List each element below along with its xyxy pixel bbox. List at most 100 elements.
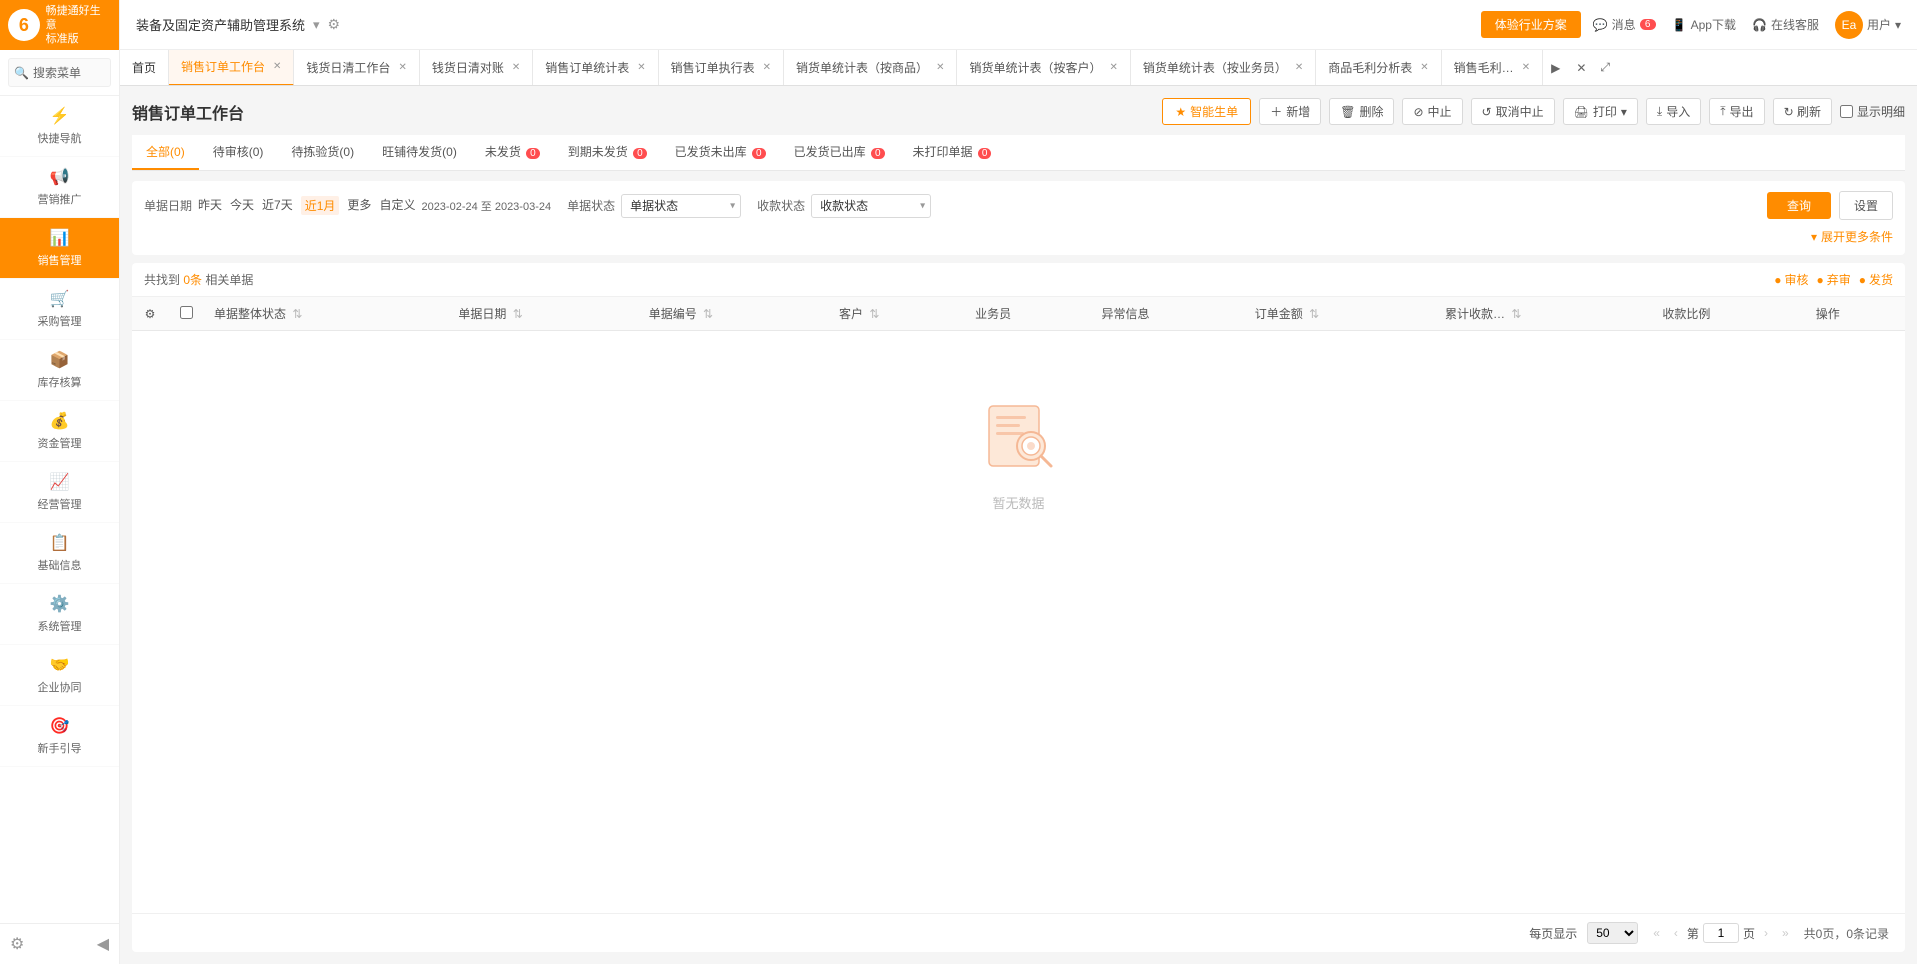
topbar-settings-icon[interactable]: ⚙ bbox=[328, 16, 341, 33]
next-page-button[interactable]: › bbox=[1759, 924, 1773, 942]
prev-page-button[interactable]: ‹ bbox=[1669, 924, 1683, 942]
subtab-undelivered[interactable]: 未发货 0 bbox=[471, 135, 554, 170]
tab-close-icon[interactable]: ✕ bbox=[1295, 62, 1303, 73]
industry-solution-button[interactable]: 体验行业方案 bbox=[1481, 11, 1581, 38]
tab-close-icon[interactable]: ✕ bbox=[1522, 62, 1530, 73]
sidebar-item-operations[interactable]: 📈 经营管理 bbox=[0, 462, 119, 523]
mobile-icon: 📱 bbox=[1672, 18, 1687, 32]
subtab-pending-audit[interactable]: 待审核(0) bbox=[199, 135, 278, 170]
subtab-all[interactable]: 全部(0) bbox=[132, 135, 199, 170]
date-1month[interactable]: 近1月 bbox=[301, 196, 340, 215]
tab-reconciliation[interactable]: 钱货日清对账 ✕ bbox=[420, 50, 533, 86]
sidebar-item-purchase[interactable]: 🛒 采购管理 bbox=[0, 279, 119, 340]
tab-close-icon[interactable]: ✕ bbox=[398, 62, 406, 73]
sidebar-item-basic-info[interactable]: 📋 基础信息 bbox=[0, 523, 119, 584]
settings-gear-button[interactable]: ⚙ bbox=[10, 934, 24, 954]
sort-icon[interactable]: ⇅ bbox=[869, 307, 879, 321]
print-button[interactable]: 🖨 打印 ▾ bbox=[1563, 98, 1638, 125]
subtab-overdue-undelivered[interactable]: 到期未发货 0 bbox=[554, 135, 661, 170]
status-select[interactable]: 单据状态 bbox=[621, 194, 741, 218]
expand-more-filters[interactable]: ▾ 展开更多条件 bbox=[1811, 228, 1893, 245]
sort-icon[interactable]: ⇅ bbox=[513, 307, 523, 321]
subtab-pending-inspect[interactable]: 待拣验货(0) bbox=[277, 135, 368, 170]
tab-sales-by-product[interactable]: 销货单统计表（按商品） ✕ bbox=[784, 50, 957, 86]
collection-select[interactable]: 收款状态 bbox=[811, 194, 931, 218]
sidebar-item-quick-nav[interactable]: ⚡ 快捷导航 bbox=[0, 96, 119, 157]
app-download-button[interactable]: 📱 App下载 bbox=[1672, 16, 1736, 33]
tab-home[interactable]: 首页 bbox=[120, 50, 169, 86]
tab-sales-order-workbench[interactable]: 销售订单工作台 ✕ bbox=[169, 50, 294, 86]
setting-button[interactable]: 设置 bbox=[1839, 191, 1893, 220]
tab-gross-margin[interactable]: 商品毛利分析表 ✕ bbox=[1316, 50, 1441, 86]
tab-daily-cash[interactable]: 钱货日清工作台 ✕ bbox=[294, 50, 419, 86]
sidebar-item-sales[interactable]: 📊 销售管理 bbox=[0, 218, 119, 279]
user-menu-button[interactable]: Ea 用户 ▾ bbox=[1835, 11, 1901, 39]
tab-close-icon[interactable]: ✕ bbox=[763, 62, 771, 73]
smart-generate-button[interactable]: ★ 智能生单 bbox=[1162, 98, 1251, 125]
audit-icon: ● bbox=[1774, 273, 1781, 287]
tab-sales-by-staff[interactable]: 销货单统计表（按业务员） ✕ bbox=[1131, 50, 1316, 86]
last-page-button[interactable]: » bbox=[1777, 924, 1794, 942]
subtab-wangpu-pending[interactable]: 旺铺待发货(0) bbox=[368, 135, 471, 170]
tab-sales-exec[interactable]: 销售订单执行表 ✕ bbox=[659, 50, 784, 86]
sort-icon[interactable]: ⇅ bbox=[292, 307, 302, 321]
page-size-select[interactable]: 50 100 200 bbox=[1587, 922, 1638, 944]
settings-column-icon[interactable]: ⚙ bbox=[145, 307, 156, 321]
tab-sales-stats[interactable]: 销售订单统计表 ✕ bbox=[533, 50, 658, 86]
sidebar-item-guide[interactable]: 🎯 新手引导 bbox=[0, 706, 119, 767]
sidebar-bottom: ⚙ ◀ bbox=[0, 923, 119, 964]
tab-close-icon[interactable]: ✕ bbox=[637, 62, 645, 73]
add-button[interactable]: ＋ 新增 bbox=[1259, 98, 1321, 125]
collection-select-wrapper: 收款状态 bbox=[811, 194, 931, 218]
refresh-button[interactable]: ↻ 刷新 bbox=[1773, 98, 1832, 125]
record-count: 0条 bbox=[183, 273, 202, 287]
query-button[interactable]: 查询 bbox=[1767, 192, 1831, 219]
date-7days[interactable]: 近7天 bbox=[262, 196, 293, 215]
subtab-delivered-not-out[interactable]: 已发货未出库 0 bbox=[661, 135, 780, 170]
page-number-input[interactable] bbox=[1703, 923, 1739, 943]
date-more[interactable]: 更多 bbox=[347, 196, 371, 215]
deliver-action-button[interactable]: ● 发货 bbox=[1859, 271, 1893, 288]
sidebar-item-enterprise[interactable]: 🤝 企业协同 bbox=[0, 645, 119, 706]
tab-sales-margin[interactable]: 销售毛利… ✕ bbox=[1442, 50, 1543, 86]
select-all-checkbox[interactable] bbox=[180, 306, 193, 319]
tab-close-icon[interactable]: ✕ bbox=[1420, 62, 1428, 73]
sort-icon[interactable]: ⇅ bbox=[1309, 307, 1319, 321]
sidebar-item-inventory[interactable]: 📦 库存核算 bbox=[0, 340, 119, 401]
tab-more-button[interactable]: ▶ bbox=[1543, 61, 1568, 75]
online-service-button[interactable]: 🎧 在线客服 bbox=[1752, 16, 1819, 33]
tab-expand-button[interactable]: ⤢ bbox=[1594, 60, 1616, 75]
collapse-button[interactable]: ◀ bbox=[97, 934, 109, 954]
topbar-dropdown-icon[interactable]: ▾ bbox=[313, 17, 320, 33]
date-custom[interactable]: 自定义 bbox=[379, 196, 415, 215]
expand-icon: ▾ bbox=[1811, 230, 1817, 244]
import-button[interactable]: ⤓ 导入 bbox=[1646, 98, 1701, 125]
sort-icon[interactable]: ⇅ bbox=[1511, 307, 1521, 321]
tab-close-icon[interactable]: ✕ bbox=[936, 62, 944, 73]
message-button[interactable]: 💬 消息 6 bbox=[1593, 16, 1656, 33]
tab-close-icon[interactable]: ✕ bbox=[512, 62, 520, 73]
first-page-button[interactable]: « bbox=[1648, 924, 1665, 942]
tab-close-icon[interactable]: ✕ bbox=[1109, 62, 1117, 73]
sidebar-item-finance[interactable]: 💰 资金管理 bbox=[0, 401, 119, 462]
audit-action-button[interactable]: ● 审核 bbox=[1774, 271, 1808, 288]
unaudit-action-button[interactable]: ● 弃审 bbox=[1816, 271, 1850, 288]
stop-button[interactable]: ⊘ 中止 bbox=[1402, 98, 1462, 125]
tab-close-all-button[interactable]: ✕ bbox=[1568, 61, 1594, 75]
tab-close-icon[interactable]: ✕ bbox=[273, 61, 281, 72]
cancel-stop-button[interactable]: ↺ 取消中止 bbox=[1471, 98, 1555, 125]
export-button[interactable]: ⤒ 导出 bbox=[1709, 98, 1764, 125]
sidebar-item-system[interactable]: ⚙️ 系统管理 bbox=[0, 584, 119, 645]
date-today[interactable]: 今天 bbox=[230, 196, 254, 215]
sidebar-item-marketing[interactable]: 📢 营销推广 bbox=[0, 157, 119, 218]
tab-sales-by-customer[interactable]: 销货单统计表（按客户） ✕ bbox=[957, 50, 1130, 86]
date-yesterday[interactable]: 昨天 bbox=[198, 196, 222, 215]
th-payment-ratio: 收款比例 bbox=[1652, 297, 1805, 331]
subtab-unprinted[interactable]: 未打印单据 0 bbox=[899, 135, 1006, 170]
sort-icon[interactable]: ⇅ bbox=[703, 307, 713, 321]
show-detail-checkbox-label[interactable]: 显示明细 bbox=[1840, 103, 1905, 120]
delete-button[interactable]: 🗑 删除 bbox=[1329, 98, 1394, 125]
show-detail-checkbox[interactable] bbox=[1840, 105, 1853, 118]
search-menu-button[interactable]: 🔍 搜索菜单 bbox=[8, 58, 111, 87]
subtab-delivered-out[interactable]: 已发货已出库 0 bbox=[780, 135, 899, 170]
